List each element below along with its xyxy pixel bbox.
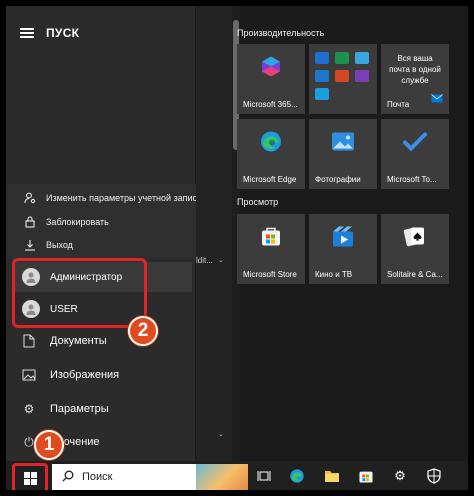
tile-microsoft-365-label: Microsoft 365... [243, 100, 298, 109]
app-list-column [196, 6, 232, 461]
store-icon[interactable] [358, 468, 374, 484]
tile-mail-label: Почта [387, 100, 410, 109]
onedrive-icon [355, 52, 369, 64]
powerpoint-icon [335, 70, 349, 82]
tile-todo-label: Microsoft To... [387, 175, 437, 184]
start-menu-window: ПУСК Изменить параметры учетной запис За… [0, 0, 474, 496]
signout-label: Выход [46, 240, 73, 250]
edge-icon [259, 130, 283, 159]
movies-tv-icon [331, 226, 355, 253]
account-menu: Изменить параметры учетной запис Заблоки… [6, 184, 206, 259]
onenote-icon [355, 70, 369, 82]
tile-store-label: Microsoft Store [243, 270, 297, 279]
folder-icon[interactable] [324, 468, 340, 484]
tile-mail[interactable]: Вся ваша почта в одной службе Почта [381, 44, 449, 114]
tile-solitaire-label: Solitaire & Ca... [387, 270, 443, 279]
gear-icon: ⚙ [23, 402, 35, 416]
search-placeholder: Поиск [82, 471, 113, 483]
photos-icon [331, 132, 355, 157]
start-title: ПУСК [46, 26, 80, 40]
nav-images[interactable]: Изображения [22, 368, 119, 382]
tile-movies-tv[interactable]: Кино и ТВ [309, 214, 377, 284]
hamburger-icon[interactable] [20, 28, 34, 38]
person-settings-icon [24, 192, 36, 204]
tile-photos[interactable]: Фотографии [309, 119, 377, 189]
search-icon [62, 470, 74, 485]
start-left-rail: ПУСК Изменить параметры учетной запис За… [6, 6, 206, 461]
mail-icon [431, 90, 443, 108]
word-icon [315, 52, 329, 64]
tile-movies-label: Кино и ТВ [315, 270, 353, 279]
tile-photos-label: Фотографии [315, 175, 361, 184]
step-badge-2: 2 [128, 316, 158, 346]
lock-label: Заблокировать [46, 217, 109, 227]
nav-documents-label: Документы [50, 335, 107, 347]
start-header[interactable]: ПУСК [20, 26, 79, 40]
search-highlight-image [196, 464, 248, 490]
mail-promo-text: Вся ваша почта в одной службе [389, 54, 441, 85]
search-box[interactable]: Поиск [52, 464, 248, 490]
users-highlight-frame [12, 258, 147, 328]
microsoft-365-icon [259, 55, 283, 84]
taskbar: Поиск ⚙ [6, 461, 468, 490]
lock-icon [24, 216, 36, 228]
start-button[interactable] [12, 463, 48, 490]
signout-icon [24, 239, 36, 251]
checkmark-icon [403, 132, 427, 157]
cards-icon [402, 225, 428, 254]
section-productivity: Производительность [237, 28, 325, 38]
store-icon [260, 226, 282, 253]
nav-documents[interactable]: Документы [22, 334, 107, 348]
image-icon [22, 368, 36, 382]
step-badge-1: 1 [34, 430, 64, 460]
settings-icon[interactable]: ⚙ [392, 468, 408, 484]
tile-solitaire[interactable]: Solitaire & Ca... [381, 214, 449, 284]
shield-icon[interactable] [426, 468, 442, 484]
office-app-icons [315, 52, 369, 100]
excel-icon [335, 52, 349, 64]
chevron-down-icon[interactable]: ⌄ [218, 256, 224, 264]
change-account-settings-item[interactable]: Изменить параметры учетной запис [24, 192, 197, 204]
tile-office-apps-group[interactable] [309, 44, 377, 114]
tile-edge-label: Microsoft Edge [243, 175, 297, 184]
app-list-item-label: ldit... [196, 256, 213, 265]
tile-microsoft-todo[interactable]: Microsoft To... [381, 119, 449, 189]
lock-item[interactable]: Заблокировать [24, 216, 109, 228]
outlook-icon [315, 70, 329, 82]
nav-settings-label: Параметры [50, 403, 109, 415]
skype-icon [315, 88, 329, 100]
document-icon [22, 334, 36, 348]
change-account-settings-label: Изменить параметры учетной запис [46, 193, 198, 203]
nav-images-label: Изображения [50, 369, 120, 381]
edge-icon[interactable] [289, 468, 305, 484]
tile-microsoft-365[interactable]: Microsoft 365... [237, 44, 305, 114]
tile-microsoft-store[interactable]: Microsoft Store [237, 214, 305, 284]
nav-settings[interactable]: ⚙ Параметры [22, 402, 109, 416]
tile-microsoft-edge[interactable]: Microsoft Edge [237, 119, 305, 189]
section-browse: Просмотр [237, 197, 279, 207]
start-highlight-frame [12, 463, 48, 490]
chevron-down-icon[interactable]: ⌄ [218, 430, 224, 438]
task-view-icon[interactable] [256, 468, 272, 484]
signout-item[interactable]: Выход [24, 239, 73, 251]
